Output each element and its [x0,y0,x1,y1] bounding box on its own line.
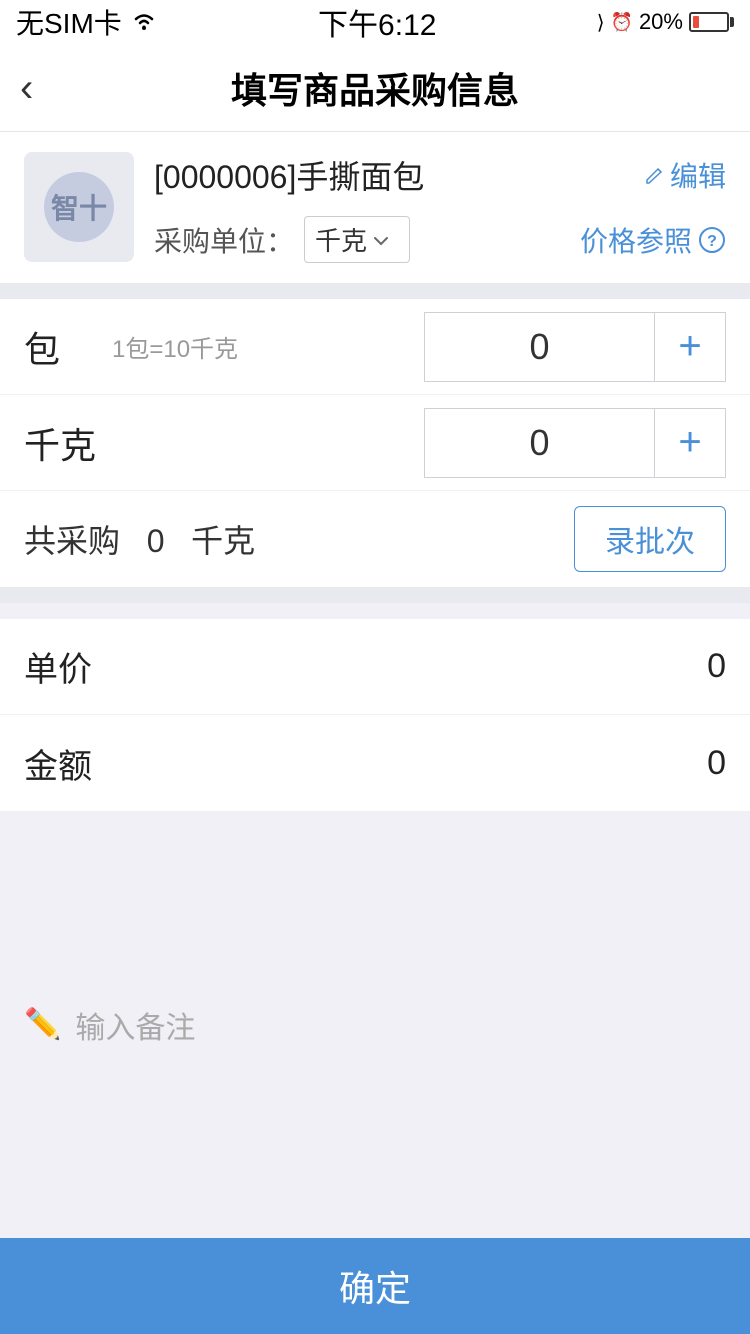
quantity-section: 包 1包=10千克 + 千克 + [0,299,750,491]
amount-label: 金额 [24,739,92,788]
alarm-icon: ⏰ [611,12,633,33]
product-card: 智十 [0000006]手撕面包 编辑 采购单位： 千克 [0,132,750,283]
bag-input-group: + [424,312,726,382]
unit-selector-group: 采购单位： 千克 [154,216,410,263]
summary-row: 共采购 0 千克 录批次 [24,491,726,587]
unit-price-value: 0 [707,647,726,686]
carrier-text: 无SIM卡 [16,2,122,42]
amount-row: 金额 0 [0,715,750,811]
status-indicators: ⟩ ⏰ 20% [597,9,734,35]
product-name-row: [0000006]手撕面包 编辑 [154,152,726,198]
product-image: 智十 [24,152,134,262]
kg-plus-button[interactable]: + [654,408,726,478]
price-reference-button[interactable]: 价格参照 ? [580,220,726,260]
summary-text: 共采购 0 千克 [24,516,255,562]
kg-input-group: + [424,408,726,478]
carrier-wifi: 无SIM卡 [16,2,158,42]
bag-plus-button[interactable]: + [654,312,726,382]
svg-text:?: ? [707,233,717,250]
pencil-icon: ✏️ [24,1007,61,1042]
confirm-label: 确定 [339,1260,411,1312]
back-button[interactable]: ‹ [20,68,33,108]
page-title: 填写商品采购信息 [231,62,519,114]
edit-button[interactable]: 编辑 [644,155,726,195]
record-batch-button[interactable]: 录批次 [574,506,726,572]
separator-2 [0,587,750,603]
product-name: [0000006]手撕面包 [154,152,424,198]
kg-label: 千克 [24,417,104,469]
status-bar: 无SIM卡 下午6:12 ⟩ ⏰ 20% [0,0,750,44]
summary-section: 共采购 0 千克 录批次 [0,491,750,587]
battery-percent: 20% [639,9,683,35]
kg-row: 千克 + [0,395,750,491]
product-logo: 智十 [44,172,114,242]
unit-price-label: 单价 [24,642,92,691]
time-display: 下午6:12 [318,0,436,44]
nav-bar: ‹ 填写商品采购信息 [0,44,750,132]
amount-value: 0 [707,744,726,783]
unit-label: 采购单位： [154,220,294,260]
battery-icon [689,12,734,32]
unit-row: 采购单位： 千克 价格参照 ? [154,216,726,263]
unit-select[interactable]: 千克 [304,216,410,263]
location-icon: ⟩ [597,10,605,35]
bag-sublabel: 1包=10千克 [112,329,424,364]
notes-section[interactable]: ✏️ 输入备注 [0,811,750,1238]
kg-input[interactable] [424,408,654,478]
price-section: 单价 0 金额 0 [0,619,750,811]
confirm-button[interactable]: 确定 [0,1238,750,1334]
notes-placeholder: 输入备注 [75,1003,195,1047]
bag-row: 包 1包=10千克 + [0,299,750,395]
product-info: [0000006]手撕面包 编辑 采购单位： 千克 价格 [154,152,726,263]
separator-1 [0,283,750,299]
bag-label: 包 [24,321,104,373]
wifi-icon [130,6,158,38]
unit-price-row: 单价 0 [0,619,750,715]
bag-input[interactable] [424,312,654,382]
